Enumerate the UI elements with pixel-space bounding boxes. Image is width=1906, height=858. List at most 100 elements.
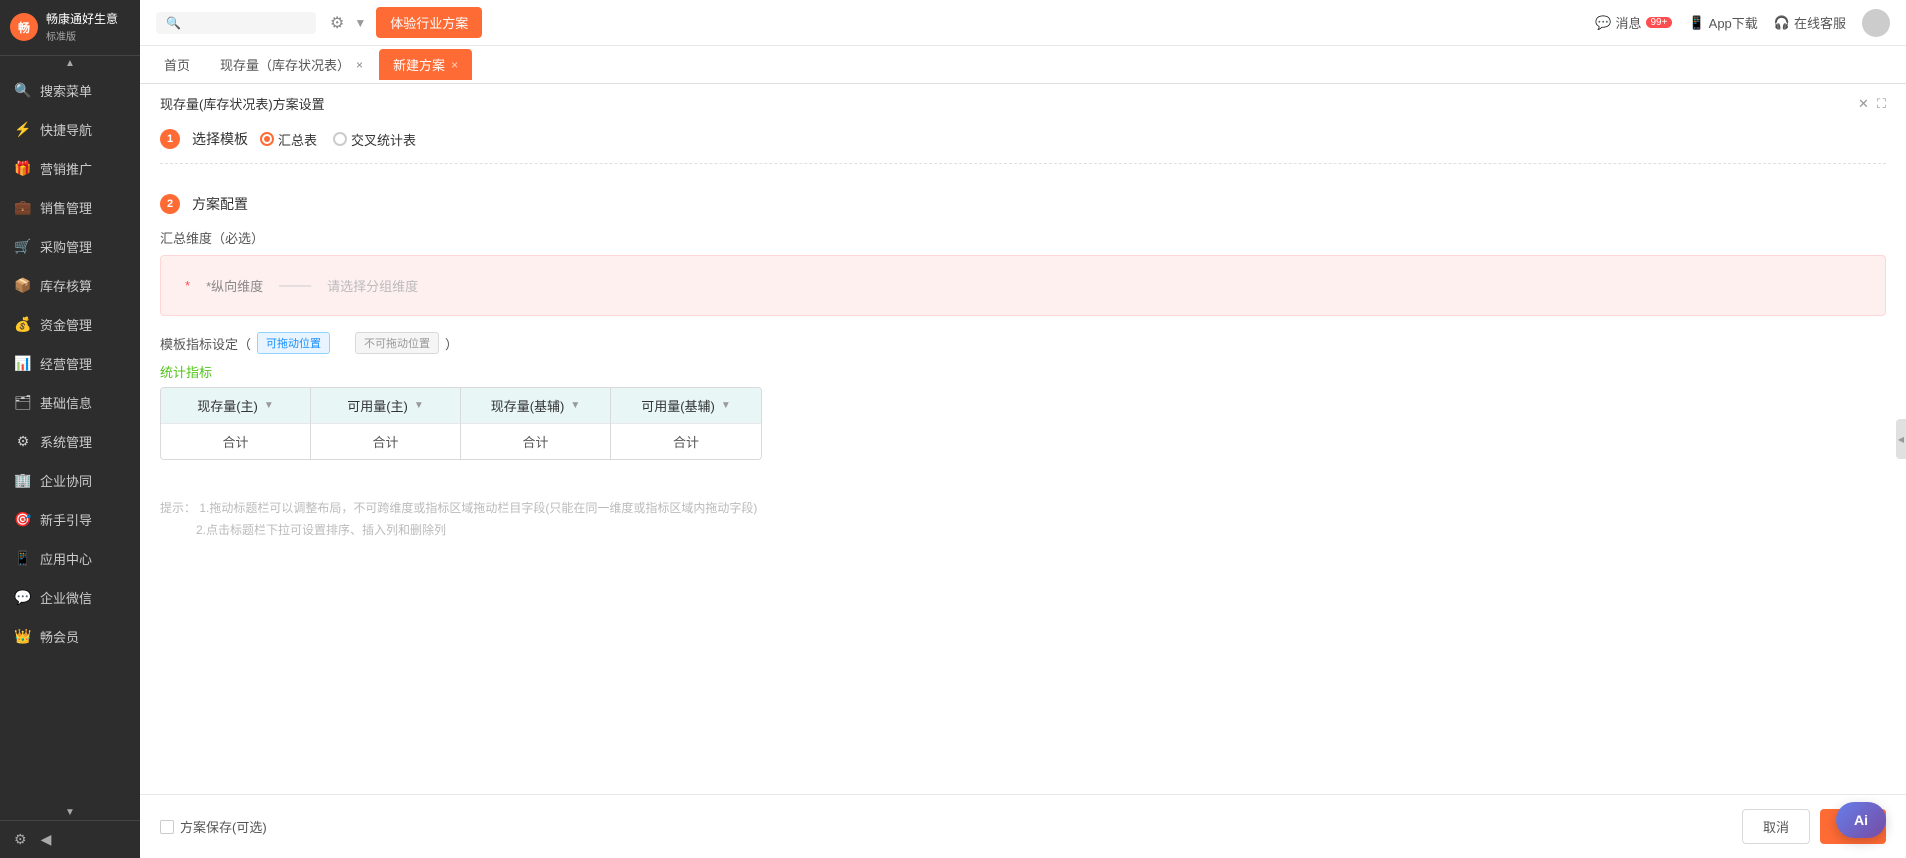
message-label: 消息 [1615, 13, 1641, 32]
quick-nav-icon: ⚡ [14, 120, 32, 138]
ai-float-button[interactable]: Ai [1836, 802, 1886, 838]
indicator-label-text: 模板指标设定（ [160, 334, 251, 353]
dim-vertical-label: *纵向维度 [206, 276, 263, 295]
sidebar-item-wechat[interactable]: 💬 企业微信 [0, 578, 140, 617]
dim-placeholder-text[interactable]: 请选择分组维度 [327, 276, 418, 295]
settings-icon[interactable]: ⚙ [14, 831, 27, 848]
gear-icon[interactable]: ⚙ [330, 13, 344, 33]
step1-divider [160, 163, 1886, 164]
sales-icon: 💼 [14, 198, 32, 216]
col-header-2[interactable]: 现存量(基辅) ▼ [461, 388, 611, 423]
sidebar-item-purchase[interactable]: 🛒 采购管理 [0, 227, 140, 266]
operations-icon: 📊 [14, 354, 32, 372]
template-radio-group: 汇总表 交叉统计表 [260, 130, 416, 149]
sidebar-scroll-down[interactable]: ▼ [0, 805, 140, 820]
member-icon: 👑 [14, 627, 32, 645]
tab-home-label: 首页 [164, 55, 190, 74]
sidebar-item-app-center[interactable]: 📱 应用中心 [0, 539, 140, 578]
sidebar-item-operations[interactable]: 📊 经营管理 [0, 344, 140, 383]
app-download-label: App下载 [1709, 13, 1758, 32]
tips-label: 提示： [160, 501, 196, 515]
sidebar-item-base-info[interactable]: 🗂 基础信息 [0, 383, 140, 422]
sidebar-item-sales[interactable]: 💼 销售管理 [0, 188, 140, 227]
sidebar-item-label: 基础信息 [40, 393, 92, 412]
stats-table-header: 现存量(主) ▼ 可用量(主) ▼ 现存量(基辅) ▼ 可用量(基辅) [161, 388, 761, 423]
cancel-button[interactable]: 取消 [1742, 809, 1810, 844]
sidebar-item-label: 企业协同 [40, 471, 92, 490]
sidebar-item-search[interactable]: 🔍 搜索菜单 [0, 71, 140, 110]
sidebar-item-marketing[interactable]: 🎁 营销推广 [0, 149, 140, 188]
col-header-1[interactable]: 可用量(主) ▼ [311, 388, 461, 423]
guide-icon: 🎯 [14, 510, 32, 528]
radio-cross[interactable]: 交叉统计表 [333, 130, 416, 149]
step2-badge: 2 [160, 194, 180, 214]
tab-new-plan-label: 新建方案 [393, 55, 445, 74]
sidebar-item-label: 企业微信 [40, 588, 92, 607]
sidebar-item-label: 搜索菜单 [40, 81, 92, 100]
tab-inventory-close-icon[interactable]: × [356, 58, 363, 72]
sidebar-item-label: 畅会员 [40, 627, 79, 646]
sidebar-item-finance[interactable]: 💰 资金管理 [0, 305, 140, 344]
tab-home[interactable]: 首页 [150, 49, 204, 80]
checkbox-box [160, 820, 174, 834]
movable-badge: 可拖动位置 [257, 332, 330, 354]
wechat-icon: 💬 [14, 588, 32, 606]
page-header: 现存量(库存状况表)方案设置 ✕ ⛶ [140, 84, 1906, 119]
stats-table-body: 合计 合计 合计 合计 [161, 423, 761, 459]
expand-icon[interactable]: ⛶ [1877, 96, 1886, 112]
step1-section: 1 选择模板 汇总表 交叉统计表 [140, 119, 1906, 184]
radio-summary[interactable]: 汇总表 [260, 130, 317, 149]
save-label: 方案保存(可选) [180, 817, 267, 836]
fixed-badge: 不可拖动位置 [355, 332, 439, 354]
tab-new-plan-close-icon[interactable]: × [451, 58, 458, 72]
sidebar-item-quick-nav[interactable]: ⚡ 快捷导航 [0, 110, 140, 149]
save-checkbox[interactable]: 方案保存(可选) [160, 817, 267, 836]
dimension-required-area: * *纵向维度 —— 请选择分组维度 [160, 255, 1886, 316]
stats-section-label: 统计指标 [160, 362, 1886, 381]
logo-badge: 标准版 [46, 28, 118, 43]
radio-cross-dot [333, 132, 347, 146]
tip1-text: 1.拖动标题栏可以调整布局，不可跨维度或指标区域拖动栏目字段(只能在同一维度或指… [199, 501, 757, 515]
chevron-down-icon: ▼ [264, 400, 274, 411]
col-header-1-label: 可用量(主) [347, 396, 408, 415]
inventory-icon: 📦 [14, 276, 32, 294]
base-info-icon: 🗂 [14, 393, 32, 411]
cell-3: 合计 [611, 423, 761, 459]
radio-summary-label: 汇总表 [278, 130, 317, 149]
sidebar-item-label: 库存核算 [40, 276, 92, 295]
message-btn[interactable]: 💬 消息 99+ [1595, 13, 1672, 32]
purchase-icon: 🛒 [14, 237, 32, 255]
topbar-dropdown-icon[interactable]: ▼ [354, 16, 366, 30]
app-download-icon: 📱 [1688, 15, 1704, 31]
step2-label: 方案配置 [192, 194, 248, 214]
message-icon: 💬 [1595, 15, 1611, 31]
sidebar-item-guide[interactable]: 🎯 新手引导 [0, 500, 140, 539]
radio-cross-label: 交叉统计表 [351, 130, 416, 149]
col-header-3[interactable]: 可用量(基辅) ▼ [611, 388, 761, 423]
minimize-icon[interactable]: ✕ [1858, 96, 1869, 112]
experience-btn[interactable]: 体验行业方案 [376, 7, 482, 38]
search-icon: 🔍 [166, 16, 181, 30]
topbar-search[interactable]: 🔍 [156, 12, 316, 34]
col-header-0[interactable]: 现存量(主) ▼ [161, 388, 311, 423]
tab-inventory-label: 现存量（库存状况表） [220, 55, 350, 74]
sidebar-scroll-up[interactable]: ▲ [0, 56, 140, 71]
tab-inventory-status[interactable]: 现存量（库存状况表） × [206, 49, 377, 80]
sidebar-item-enterprise[interactable]: 🏢 企业协同 [0, 461, 140, 500]
indicator-label-row: 模板指标设定（ 可拖动位置 不可拖动位置 ） [160, 332, 1886, 354]
collapse-icon[interactable]: ◀ [41, 831, 52, 848]
right-collapse-handle[interactable]: ◀ [1896, 419, 1906, 459]
step1-row: 1 选择模板 汇总表 交叉统计表 [160, 129, 1886, 149]
cell-0: 合计 [161, 423, 311, 459]
app-download-btn[interactable]: 📱 App下载 [1688, 13, 1757, 32]
user-avatar[interactable] [1862, 9, 1890, 37]
online-service-btn[interactable]: 🎧 在线客服 [1774, 13, 1846, 32]
sidebar-item-label: 系统管理 [40, 432, 92, 451]
sidebar-item-label: 资金管理 [40, 315, 92, 334]
sidebar-item-member[interactable]: 👑 畅会员 [0, 617, 140, 656]
col-header-3-label: 可用量(基辅) [641, 396, 715, 415]
tab-new-plan[interactable]: 新建方案 × [379, 49, 472, 80]
cell-0-label: 合计 [222, 432, 248, 451]
sidebar-item-system[interactable]: ⚙ 系统管理 [0, 422, 140, 461]
sidebar-item-inventory[interactable]: 📦 库存核算 [0, 266, 140, 305]
